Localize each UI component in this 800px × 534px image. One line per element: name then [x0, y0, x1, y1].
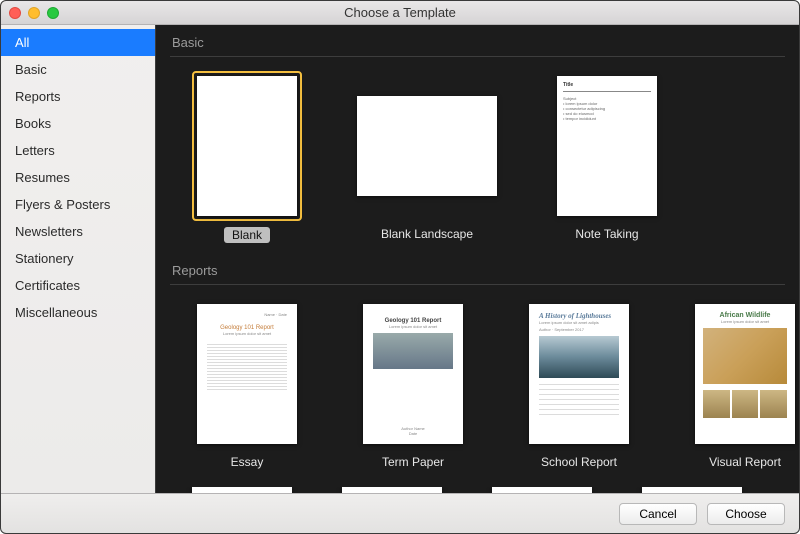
template-label: Note Taking: [575, 227, 638, 241]
section-reports-grid: Name · Date Geology 101 Report Lorem ips…: [170, 299, 785, 469]
template-label: Blank Landscape: [381, 227, 473, 241]
sidebar: All Basic Reports Books Letters Resumes …: [1, 25, 156, 493]
sidebar-item-all[interactable]: All: [1, 29, 155, 56]
template-thumb: [197, 76, 297, 216]
template-blank-landscape[interactable]: Blank Landscape: [352, 71, 502, 243]
template-grid[interactable]: Basic Blank Blank Landscape Title: [156, 25, 799, 493]
template-label: Blank: [224, 227, 270, 243]
template-label: Visual Report: [709, 455, 781, 469]
sidebar-item-miscellaneous[interactable]: Miscellaneous: [1, 299, 155, 326]
sidebar-item-letters[interactable]: Letters: [1, 137, 155, 164]
template-thumb: African Wildlife Lorem ipsum dolor sit a…: [695, 304, 795, 444]
template-thumb: Title Subject• lorem ipsum dolor• consec…: [557, 76, 657, 216]
close-icon[interactable]: [9, 7, 21, 19]
template-label: School Report: [541, 455, 617, 469]
section-header-basic: Basic: [170, 33, 785, 56]
template-school-report[interactable]: A History of Lighthouses Lorem ipsum dol…: [524, 299, 634, 469]
sidebar-item-stationery[interactable]: Stationery: [1, 245, 155, 272]
sidebar-item-certificates[interactable]: Certificates: [1, 272, 155, 299]
window-controls: [9, 7, 59, 19]
template-chooser-window: Choose a Template All Basic Reports Book…: [0, 0, 800, 534]
titlebar: Choose a Template: [1, 1, 799, 25]
sidebar-item-newsletters[interactable]: Newsletters: [1, 218, 155, 245]
template-thumb: Geology 101 Report Lorem ipsum dolor sit…: [363, 304, 463, 444]
sidebar-item-resumes[interactable]: Resumes: [1, 164, 155, 191]
cancel-button[interactable]: Cancel: [619, 503, 697, 525]
zoom-icon[interactable]: [47, 7, 59, 19]
template-thumb: A History of Lighthouses Lorem ipsum dol…: [529, 304, 629, 444]
window-title: Choose a Template: [1, 5, 799, 20]
section-divider: [170, 56, 785, 57]
template-note-taking[interactable]: Title Subject• lorem ipsum dolor• consec…: [552, 71, 662, 243]
template-thumb: [357, 96, 497, 196]
template-term-paper[interactable]: Geology 101 Report Lorem ipsum dolor sit…: [358, 299, 468, 469]
template-label: Essay: [231, 455, 264, 469]
template-blank[interactable]: Blank: [192, 71, 302, 243]
sidebar-item-reports[interactable]: Reports: [1, 83, 155, 110]
section-divider: [170, 284, 785, 285]
footer: Cancel Choose: [1, 493, 799, 533]
template-thumb: Name · Date Geology 101 Report Lorem ips…: [197, 304, 297, 444]
template-label: Term Paper: [382, 455, 444, 469]
template-visual-report[interactable]: African Wildlife Lorem ipsum dolor sit a…: [690, 299, 799, 469]
choose-button[interactable]: Choose: [707, 503, 785, 525]
section-header-reports: Reports: [170, 261, 785, 284]
template-essay[interactable]: Name · Date Geology 101 Report Lorem ips…: [192, 299, 302, 469]
sidebar-item-basic[interactable]: Basic: [1, 56, 155, 83]
window-body: All Basic Reports Books Letters Resumes …: [1, 25, 799, 493]
minimize-icon[interactable]: [28, 7, 40, 19]
sidebar-item-flyers-posters[interactable]: Flyers & Posters: [1, 191, 155, 218]
section-basic-grid: Blank Blank Landscape Title Subject• lor…: [170, 71, 785, 243]
sidebar-item-books[interactable]: Books: [1, 110, 155, 137]
